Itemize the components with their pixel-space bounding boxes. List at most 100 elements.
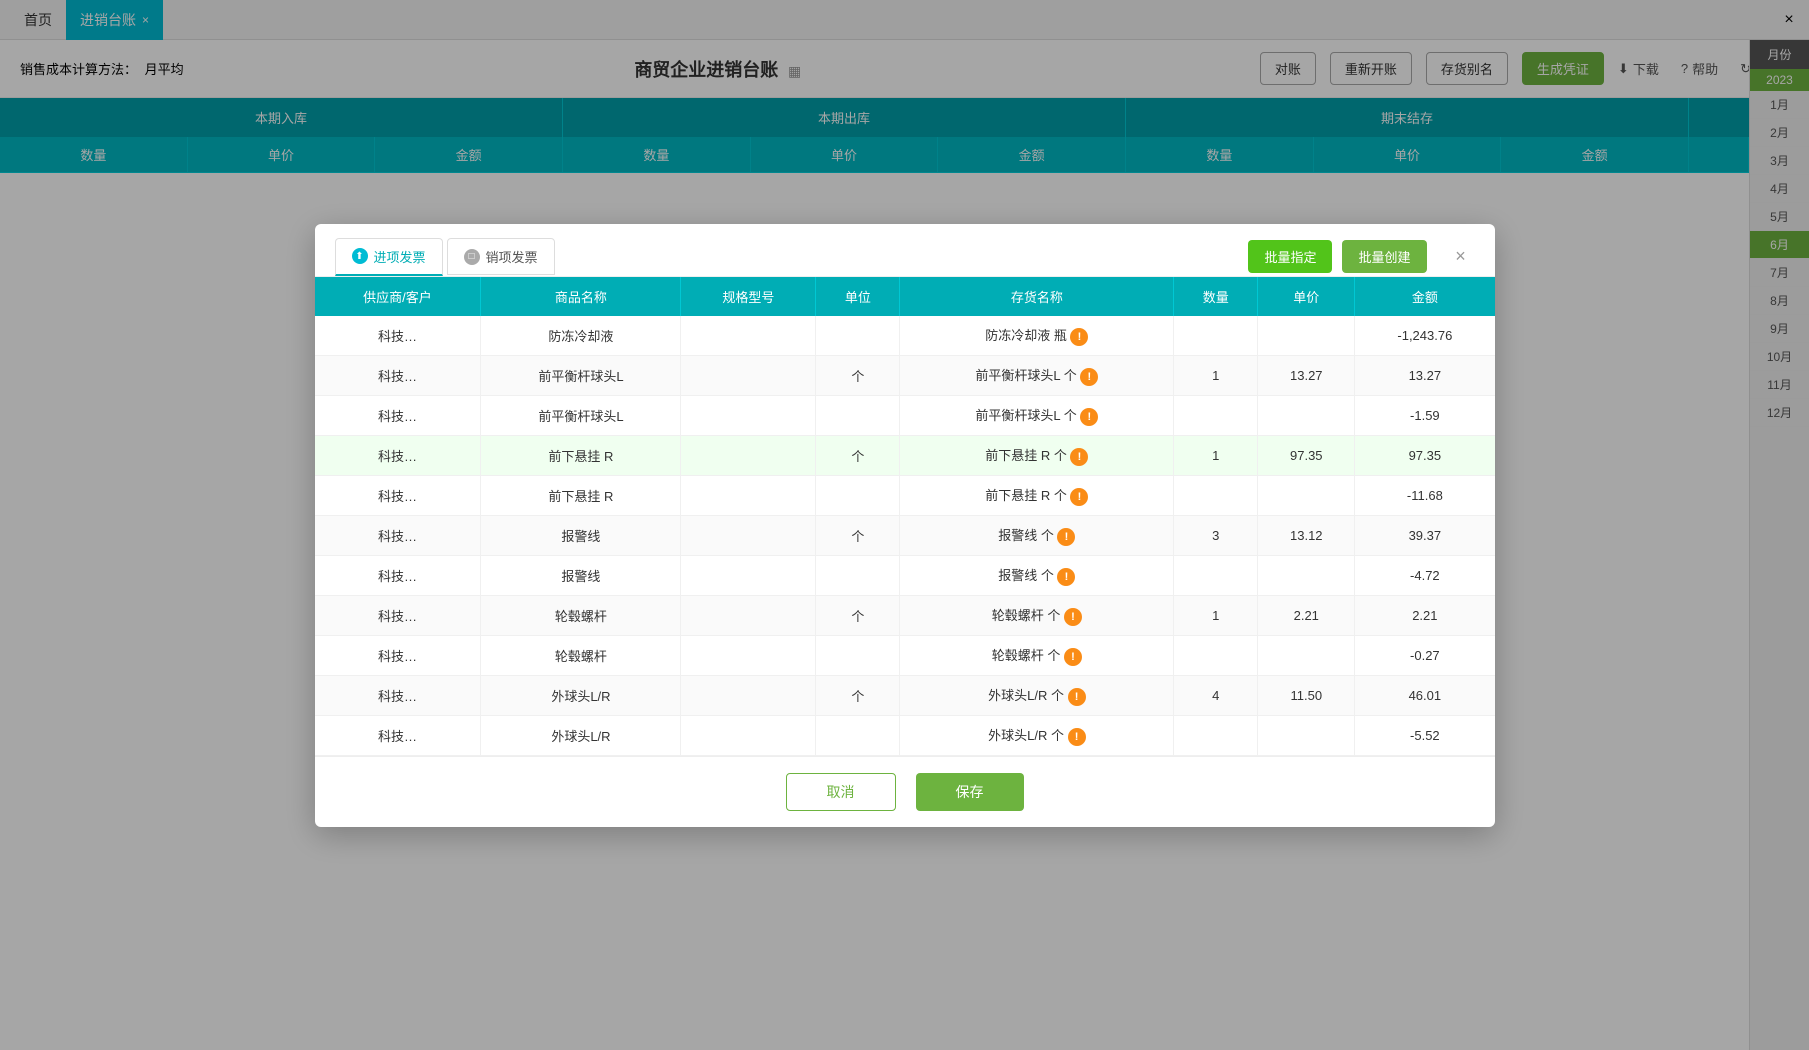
cell-inventory: 外球头L/R 个 !	[900, 675, 1174, 715]
cell-product: 报警线	[481, 555, 681, 595]
save-button[interactable]: 保存	[916, 773, 1024, 811]
col-supplier: 供应商/客户	[315, 277, 481, 316]
modal-overlay: ⬆ 进项发票 □ 销项发票 批量指定 批量创建 ×	[0, 40, 1809, 1050]
cell-supplier: 科技…	[315, 635, 481, 675]
cell-product: 防冻冷却液	[481, 316, 681, 356]
cell-quantity	[1174, 395, 1258, 435]
table-row: 科技… 轮毂螺杆 轮毂螺杆 个 ! -0.27	[315, 635, 1495, 675]
purchase-tab-icon: ⬆	[352, 248, 368, 264]
cell-supplier: 科技…	[315, 715, 481, 755]
col-unit: 单位	[816, 277, 900, 316]
cell-quantity	[1174, 555, 1258, 595]
cell-unit-price	[1258, 316, 1355, 356]
cell-unit	[816, 475, 900, 515]
cell-supplier: 科技…	[315, 675, 481, 715]
cell-amount: -0.27	[1355, 635, 1495, 675]
warning-icon: !	[1064, 648, 1082, 666]
cell-supplier: 科技…	[315, 316, 481, 356]
cell-product: 前下悬挂 R	[481, 475, 681, 515]
cell-product: 前下悬挂 R	[481, 435, 681, 475]
cell-spec	[681, 355, 816, 395]
cell-unit-price: 13.27	[1258, 355, 1355, 395]
cell-quantity: 1	[1174, 435, 1258, 475]
cell-product: 报警线	[481, 515, 681, 555]
warning-icon: !	[1070, 448, 1088, 466]
cell-amount: 13.27	[1355, 355, 1495, 395]
cell-unit-price	[1258, 635, 1355, 675]
table-row: 科技… 轮毂螺杆 个 轮毂螺杆 个 ! 1 2.21 2.21	[315, 595, 1495, 635]
warning-icon: !	[1064, 608, 1082, 626]
cell-spec	[681, 515, 816, 555]
col-product: 商品名称	[481, 277, 681, 316]
cell-product: 前平衡杆球头L	[481, 395, 681, 435]
cell-spec	[681, 715, 816, 755]
modal-dialog: ⬆ 进项发票 □ 销项发票 批量指定 批量创建 ×	[315, 224, 1495, 827]
cell-product: 外球头L/R	[481, 675, 681, 715]
cell-amount: -1.59	[1355, 395, 1495, 435]
tab-purchase-invoice[interactable]: ⬆ 进项发票	[335, 238, 443, 276]
batch-assign-button[interactable]: 批量指定	[1248, 240, 1332, 273]
cell-amount: 39.37	[1355, 515, 1495, 555]
table-row: 科技… 前平衡杆球头L 个 前平衡杆球头L 个 ! 1 13.27 13.27	[315, 355, 1495, 395]
cell-inventory: 外球头L/R 个 !	[900, 715, 1174, 755]
cell-product: 轮毂螺杆	[481, 635, 681, 675]
warning-icon: !	[1057, 568, 1075, 586]
warning-icon: !	[1080, 368, 1098, 386]
sales-tab-icon: □	[464, 249, 480, 265]
table-row: 科技… 前下悬挂 R 个 前下悬挂 R 个 ! 1 97.35 97.35	[315, 435, 1495, 475]
cell-unit	[816, 715, 900, 755]
cell-inventory: 防冻冷却液 瓶 !	[900, 316, 1174, 356]
cell-amount: -4.72	[1355, 555, 1495, 595]
batch-create-button[interactable]: 批量创建	[1342, 240, 1426, 273]
cell-spec	[681, 675, 816, 715]
col-quantity: 数量	[1174, 277, 1258, 316]
table-row: 科技… 防冻冷却液 防冻冷却液 瓶 ! -1,243.76	[315, 316, 1495, 356]
cell-supplier: 科技…	[315, 395, 481, 435]
warning-icon: !	[1068, 728, 1086, 746]
cell-unit-price	[1258, 475, 1355, 515]
cell-inventory: 报警线 个 !	[900, 515, 1174, 555]
cell-amount: -5.52	[1355, 715, 1495, 755]
cell-unit-price	[1258, 555, 1355, 595]
cell-unit-price: 13.12	[1258, 515, 1355, 555]
cell-unit-price: 97.35	[1258, 435, 1355, 475]
cell-inventory: 前平衡杆球头L 个 !	[900, 395, 1174, 435]
cell-quantity	[1174, 635, 1258, 675]
cell-inventory: 前下悬挂 R 个 !	[900, 435, 1174, 475]
cell-supplier: 科技…	[315, 475, 481, 515]
col-amount: 金额	[1355, 277, 1495, 316]
warning-icon: !	[1057, 528, 1075, 546]
cell-amount: 2.21	[1355, 595, 1495, 635]
cancel-button[interactable]: 取消	[786, 773, 896, 811]
cell-quantity: 1	[1174, 355, 1258, 395]
table-row: 科技… 前下悬挂 R 前下悬挂 R 个 ! -11.68	[315, 475, 1495, 515]
cell-unit: 个	[816, 515, 900, 555]
cell-spec	[681, 475, 816, 515]
table-row: 科技… 前平衡杆球头L 前平衡杆球头L 个 ! -1.59	[315, 395, 1495, 435]
cell-spec	[681, 395, 816, 435]
cell-quantity	[1174, 316, 1258, 356]
cell-unit	[816, 555, 900, 595]
modal-body: 供应商/客户 商品名称 规格型号 单位 存货名称 数量 单价 金额	[315, 277, 1495, 756]
cell-inventory: 轮毂螺杆 个 !	[900, 595, 1174, 635]
cell-unit-price	[1258, 715, 1355, 755]
cell-product: 外球头L/R	[481, 715, 681, 755]
cell-inventory: 前平衡杆球头L 个 !	[900, 355, 1174, 395]
table-row: 科技… 外球头L/R 外球头L/R 个 ! -5.52	[315, 715, 1495, 755]
tab-sales-invoice[interactable]: □ 销项发票	[447, 238, 555, 275]
cell-product: 前平衡杆球头L	[481, 355, 681, 395]
cell-inventory: 报警线 个 !	[900, 555, 1174, 595]
cell-unit-price: 2.21	[1258, 595, 1355, 635]
table-row: 科技… 报警线 个 报警线 个 ! 3 13.12 39.37	[315, 515, 1495, 555]
cell-supplier: 科技…	[315, 595, 481, 635]
warning-icon: !	[1068, 688, 1086, 706]
table-row: 科技… 报警线 报警线 个 ! -4.72	[315, 555, 1495, 595]
tab-purchase-label: 进项发票	[374, 247, 426, 266]
modal-table-wrap[interactable]: 供应商/客户 商品名称 规格型号 单位 存货名称 数量 单价 金额	[315, 277, 1495, 756]
cell-quantity: 3	[1174, 515, 1258, 555]
table-row: 科技… 外球头L/R 个 外球头L/R 个 ! 4 11.50 46.01	[315, 675, 1495, 715]
table-header-row: 供应商/客户 商品名称 规格型号 单位 存货名称 数量 单价 金额	[315, 277, 1495, 316]
warning-icon: !	[1070, 488, 1088, 506]
cell-unit: 个	[816, 675, 900, 715]
modal-close-button[interactable]: ×	[1447, 243, 1475, 271]
